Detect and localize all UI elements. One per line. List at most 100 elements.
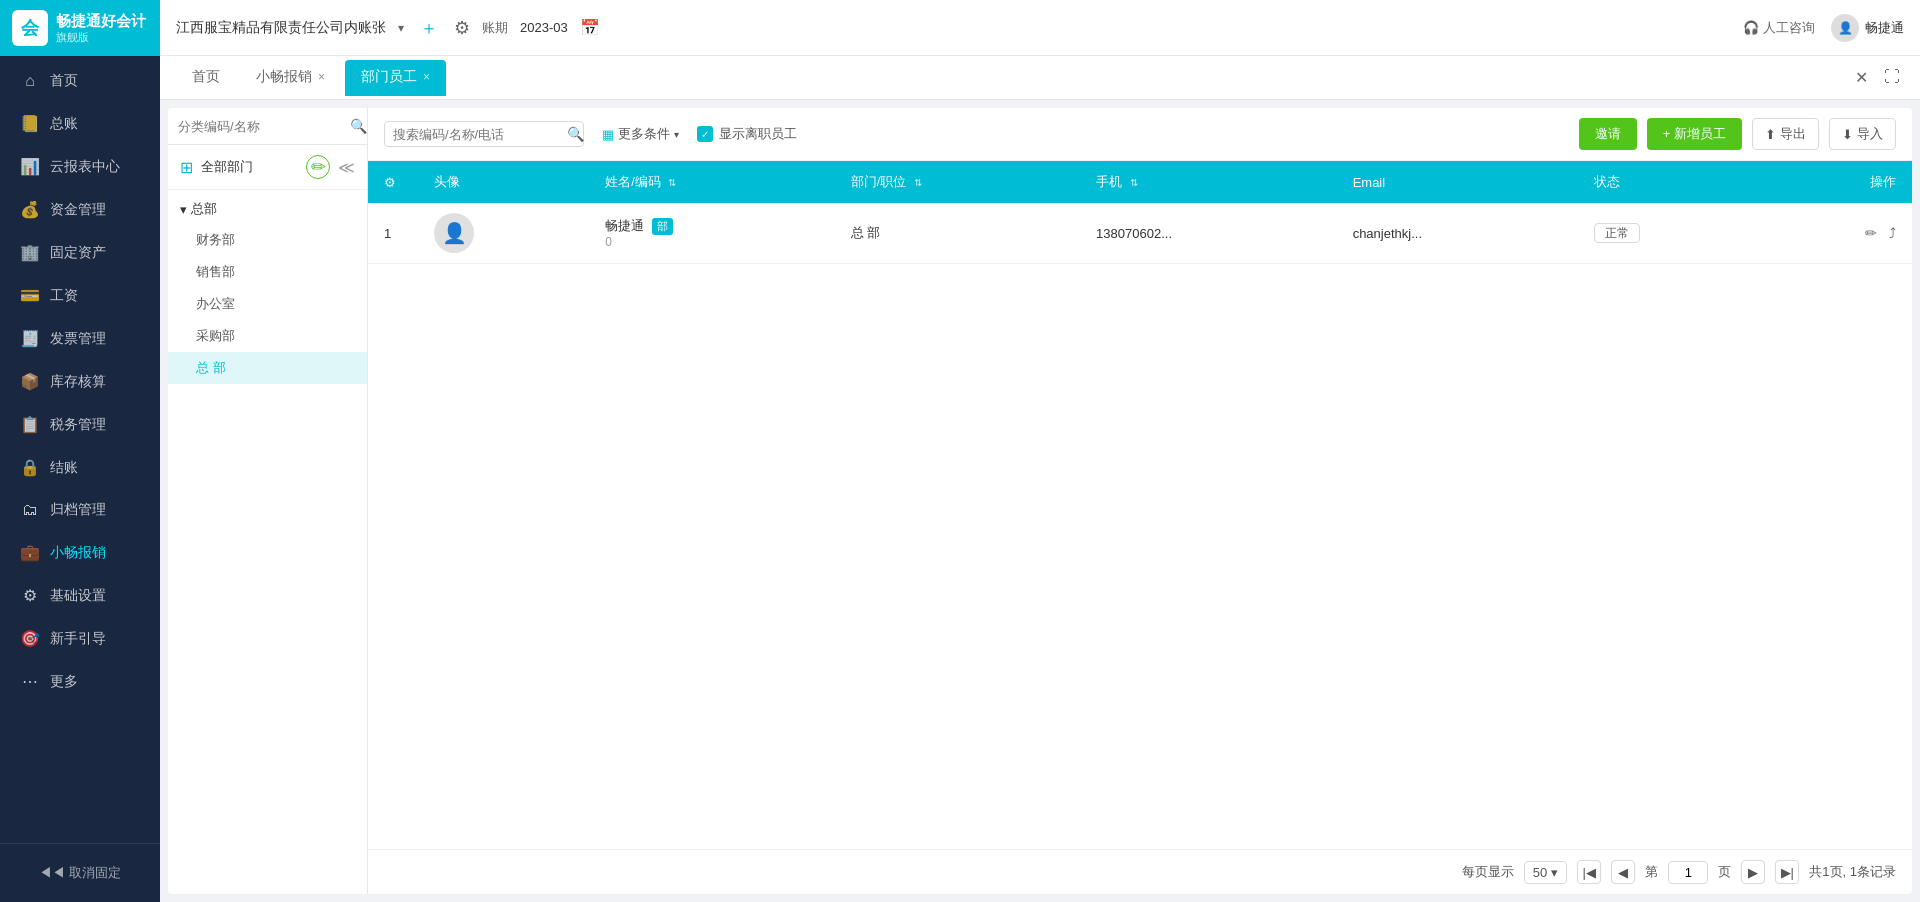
tab-xiaochange[interactable]: 小畅报销 ×: [240, 60, 341, 96]
search-box-icon[interactable]: 🔍: [567, 126, 584, 142]
tab-expand-button[interactable]: ⛶: [1880, 64, 1904, 91]
last-page-button[interactable]: ▶|: [1775, 860, 1799, 884]
tab-home-label: 首页: [192, 68, 220, 86]
employee-search-input[interactable]: [393, 127, 561, 142]
sidebar-item-tax[interactable]: 📋 税务管理: [0, 403, 160, 446]
topbar: 江西服宝精品有限责任公司内账张 ▾ ＋ ⚙ 账期 2023-03 📅 🎧 人工咨…: [160, 0, 1920, 56]
basic-settings-icon: ⚙: [20, 586, 40, 605]
dept-item-label: 办公室: [196, 296, 235, 311]
status-badge: 正常: [1594, 223, 1640, 243]
logo-subtext: 旗舰版: [56, 30, 89, 45]
avatar: 👤: [1831, 14, 1859, 42]
sidebar-item-label: 资金管理: [50, 201, 106, 219]
dept-root-label: 总部: [191, 200, 217, 218]
col-dept[interactable]: 部门/职位 ⇅: [835, 161, 1080, 203]
cancel-pin-label: ◀◀ 取消固定: [39, 864, 121, 882]
inventory-icon: 📦: [20, 372, 40, 391]
right-panel: 🔍 ▦ 更多条件 ▾ ✓ 显示离职员工 邀请 + 新增员工 ⬆ 导出: [368, 108, 1912, 894]
dept-search: 🔍: [168, 108, 367, 145]
company-name[interactable]: 江西服宝精品有限责任公司内账张: [176, 19, 386, 37]
sidebar-item-funds[interactable]: 💰 资金管理: [0, 188, 160, 231]
tab-home[interactable]: 首页: [176, 60, 236, 96]
user-area[interactable]: 👤 畅捷通: [1831, 14, 1904, 42]
row-name: 畅捷通 部 0: [589, 203, 834, 264]
logo-info: 畅捷通好会计 旗舰版: [56, 12, 146, 45]
settings-icon[interactable]: ⚙: [454, 17, 470, 39]
tabs-actions: ✕ ⛶: [1851, 64, 1904, 91]
dept-item-finance[interactable]: 财务部: [168, 224, 367, 256]
dept-item-purchase[interactable]: 采购部: [168, 320, 367, 352]
dept-item-general[interactable]: 总 部: [168, 352, 367, 384]
tab-dept-employee-close[interactable]: ×: [423, 70, 430, 84]
user-name: 畅捷通: [1865, 19, 1904, 37]
dept-search-input[interactable]: [178, 119, 346, 134]
edit-button[interactable]: ✏: [1865, 225, 1877, 241]
import-button[interactable]: ⬇ 导入: [1829, 118, 1896, 150]
sidebar-item-basic-settings[interactable]: ⚙ 基础设置: [0, 574, 160, 617]
dept-item-office[interactable]: 办公室: [168, 288, 367, 320]
sidebar-item-home[interactable]: ⌂ 首页: [0, 60, 160, 102]
toolbar-right: 邀请 + 新增员工 ⬆ 导出 ⬇ 导入: [1579, 118, 1896, 150]
show-resigned-toggle[interactable]: ✓ 显示离职员工: [697, 125, 797, 143]
filter-label: 更多条件: [618, 125, 670, 143]
dept-item-label: 总 部: [196, 360, 226, 375]
invite-button[interactable]: 邀请: [1579, 118, 1637, 150]
export-button[interactable]: ⬆ 导出: [1752, 118, 1819, 150]
home-icon: ⌂: [20, 72, 40, 90]
filter-icon: ▦: [602, 127, 614, 142]
dept-search-icon[interactable]: 🔍: [350, 118, 367, 134]
next-page-button[interactable]: ▶: [1741, 860, 1765, 884]
filter-button[interactable]: ▦ 更多条件 ▾: [594, 121, 687, 147]
row-phone: 138070602...: [1080, 203, 1337, 264]
sidebar-item-label: 新手引导: [50, 630, 106, 648]
dept-all-label[interactable]: 全部部门: [201, 158, 298, 176]
first-page-button[interactable]: |◀: [1577, 860, 1601, 884]
row-email: chanjethkj...: [1337, 203, 1578, 264]
cancel-pin-button[interactable]: ◀◀ 取消固定: [0, 856, 160, 890]
invoice-icon: 🧾: [20, 329, 40, 348]
calendar-icon[interactable]: 📅: [580, 18, 600, 37]
show-resigned-checkbox[interactable]: ✓: [697, 126, 713, 142]
page-input[interactable]: [1668, 861, 1708, 884]
dept-item-sales[interactable]: 销售部: [168, 256, 367, 288]
sidebar-item-ledger[interactable]: 📒 总账: [0, 102, 160, 145]
table-row: 1 👤 畅捷通 部 0 总 部: [368, 203, 1912, 264]
sidebar-item-invoice[interactable]: 🧾 发票管理: [0, 317, 160, 360]
sidebar-item-inventory[interactable]: 📦 库存核算: [0, 360, 160, 403]
sidebar-item-more[interactable]: ⋯ 更多: [0, 660, 160, 703]
tab-close-all-button[interactable]: ✕: [1851, 64, 1872, 91]
sidebar-item-closing[interactable]: 🔒 结账: [0, 446, 160, 489]
sidebar-item-new-guide[interactable]: 🎯 新手引导: [0, 617, 160, 660]
sidebar: 会 畅捷通好会计 旗舰版 ⌂ 首页 📒 总账 📊 云报表中心 💰 资金管理: [0, 0, 160, 902]
prev-page-button[interactable]: ◀: [1611, 860, 1635, 884]
support-button[interactable]: 🎧 人工咨询: [1743, 19, 1815, 37]
dept-collapse-icon[interactable]: ≪: [338, 158, 355, 177]
col-phone[interactable]: 手机 ⇅: [1080, 161, 1337, 203]
logout-button[interactable]: ⤴: [1889, 225, 1896, 241]
dept-group-total[interactable]: ▾ 总部: [168, 194, 367, 224]
period-value[interactable]: 2023-03: [520, 20, 568, 35]
sidebar-item-fixed-assets[interactable]: 🏢 固定资产: [0, 231, 160, 274]
sidebar-item-xiaochange[interactable]: 💼 小畅报销: [0, 531, 160, 574]
col-settings[interactable]: ⚙: [368, 161, 418, 203]
tab-dept-employee[interactable]: 部门员工 ×: [345, 60, 446, 96]
row-dept: 总 部: [835, 203, 1080, 264]
col-name[interactable]: 姓名/编码 ⇅: [589, 161, 834, 203]
company-dropdown-arrow[interactable]: ▾: [398, 21, 404, 35]
sidebar-item-payroll[interactable]: 💳 工资: [0, 274, 160, 317]
page-size-select[interactable]: 50 ▾: [1524, 861, 1567, 884]
sidebar-item-label: 发票管理: [50, 330, 106, 348]
sidebar-item-label: 更多: [50, 673, 78, 691]
dept-panel: 🔍 ⊞ 全部部门 ✏ ≪ ▾ 总部 财务部 销售部: [168, 108, 368, 894]
employee-type-badge: 部: [652, 218, 673, 235]
dept-tree-header: ⊞ 全部部门 ✏ ≪: [168, 145, 367, 190]
main-area: 江西服宝精品有限责任公司内账张 ▾ ＋ ⚙ 账期 2023-03 📅 🎧 人工咨…: [160, 0, 1920, 902]
sidebar-item-label: 基础设置: [50, 587, 106, 605]
add-employee-button[interactable]: + 新增员工: [1647, 118, 1742, 150]
sidebar-item-archive[interactable]: 🗂 归档管理: [0, 489, 160, 531]
new-guide-icon: 🎯: [20, 629, 40, 648]
dept-edit-icon[interactable]: ✏: [306, 155, 330, 179]
sidebar-item-reports[interactable]: 📊 云报表中心: [0, 145, 160, 188]
tab-xiaochange-close[interactable]: ×: [318, 70, 325, 84]
add-company-button[interactable]: ＋: [416, 12, 442, 44]
